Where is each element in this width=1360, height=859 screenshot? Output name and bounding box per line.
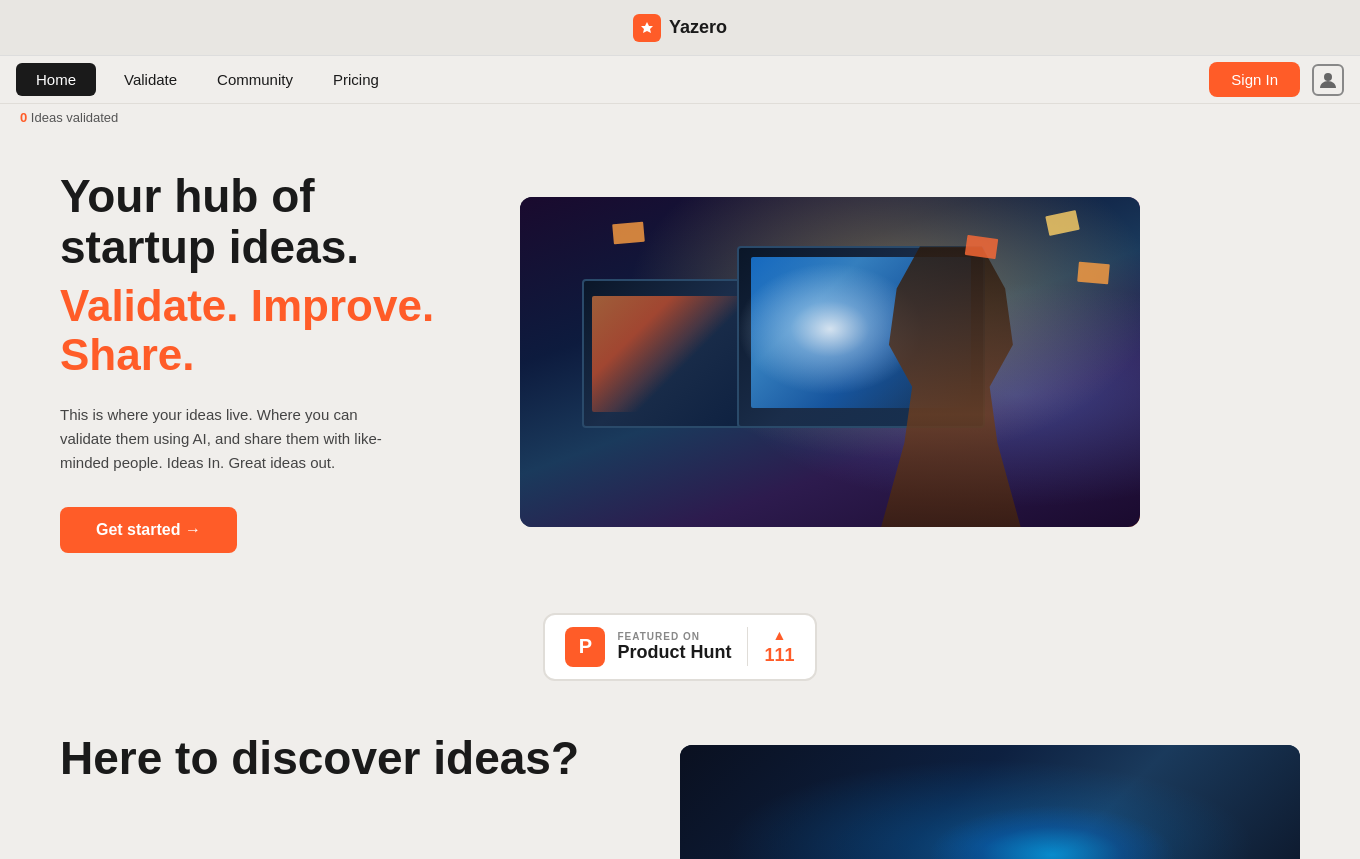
discover-glow [928,805,1176,859]
product-hunt-name: Product Hunt [617,642,731,663]
product-hunt-logo: P [565,627,605,667]
ideas-count: 0 [20,110,27,125]
nav-validate-button[interactable]: Validate [104,63,197,96]
sticky-note-1 [612,222,645,244]
get-started-button[interactable]: Get started → [60,507,237,553]
hero-image-inner [520,197,1140,527]
nav-community-button[interactable]: Community [197,63,313,96]
nav-pricing-button[interactable]: Pricing [313,63,399,96]
logo-area: Yazero [633,14,727,42]
hero-subtitle: Validate. Improve. Share. [60,282,480,379]
hero-right [520,197,1140,527]
svg-point-0 [1324,73,1332,81]
discover-image [680,745,1300,859]
product-hunt-badge[interactable]: P FEATURED ON Product Hunt ▲ 111 [543,613,816,681]
logo-icon [633,14,661,42]
main-nav: Home Validate Community Pricing Sign In [0,56,1360,104]
top-bar: Yazero [0,0,1360,56]
sticky-note-4 [1077,262,1110,284]
stats-bar: 0 Ideas validated [0,104,1360,131]
sticky-note-2 [965,235,998,259]
product-hunt-vote: ▲ 111 [747,627,794,666]
badge-area: P FEATURED ON Product Hunt ▲ 111 [0,593,1360,711]
product-hunt-text: FEATURED ON Product Hunt [617,631,731,663]
hero-title: Your hub of startup ideas. [60,171,480,272]
ideas-label: Ideas validated [31,110,118,125]
vote-arrow-icon: ▲ [773,627,787,643]
monitor-left [582,279,756,428]
discover-section: Here to discover ideas? [0,711,1360,825]
logo-text: Yazero [669,17,727,38]
featured-on-label: FEATURED ON [617,631,731,642]
sticky-note-3 [1045,210,1079,236]
hero-section: Your hub of startup ideas. Validate. Imp… [0,131,1360,593]
discover-image-inner [680,745,1300,859]
hero-image [520,197,1140,527]
hero-left: Your hub of startup ideas. Validate. Imp… [60,171,480,553]
user-icon[interactable] [1312,64,1344,96]
hero-description: This is where your ideas live. Where you… [60,403,400,475]
sign-in-button[interactable]: Sign In [1209,62,1300,97]
vote-count: 111 [764,645,794,666]
nav-home-button[interactable]: Home [16,63,96,96]
